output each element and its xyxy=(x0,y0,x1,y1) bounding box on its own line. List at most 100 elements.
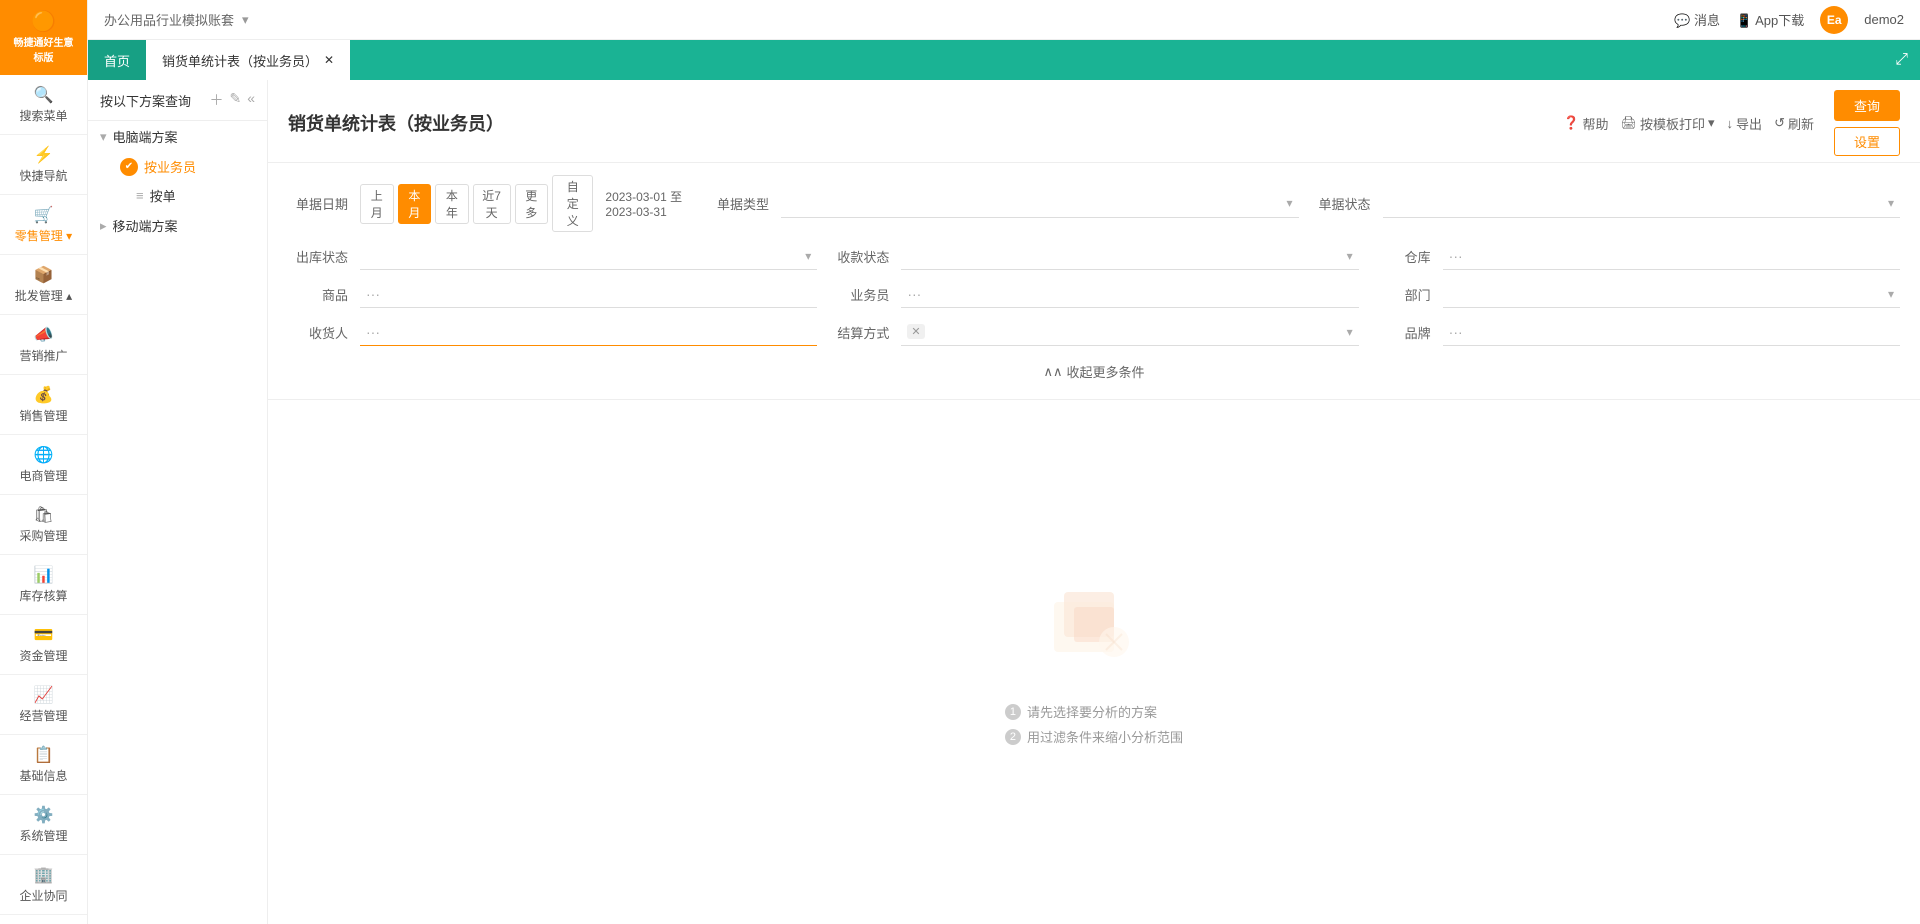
filter-row-3: 商品 ··· 业务员 ··· 部门 ▾ xyxy=(288,280,1900,308)
salesperson-dots-icon[interactable]: ··· xyxy=(907,286,921,302)
tree-label-salesperson: 按业务员 xyxy=(144,157,196,176)
tab-home[interactable]: 首页 xyxy=(88,40,146,80)
warehouse-control[interactable]: ··· xyxy=(1443,242,1900,270)
brand-control[interactable]: ··· xyxy=(1443,318,1900,346)
help-btn[interactable]: ❓ 帮助 xyxy=(1563,114,1608,133)
sidebar-item-wholesale[interactable]: 📦 批发管理 ▴ xyxy=(0,255,87,315)
print-btn[interactable]: 🖨 按模板打印 ▾ xyxy=(1620,114,1714,133)
department-control[interactable]: ▾ xyxy=(1443,280,1900,308)
sidebar-item-retail[interactable]: 🛒 零售管理 ▾ xyxy=(0,195,87,255)
query-button[interactable]: 查询 xyxy=(1834,90,1900,121)
header-right: 💬 消息 📱 App下载 Ea demo2 xyxy=(1674,6,1904,34)
collapse-row: ∧∧ 收起更多条件 xyxy=(288,356,1900,387)
panel-header: 按以下方案查询 ＋ ✎ « xyxy=(88,80,267,121)
collapse-panel-icon[interactable]: « xyxy=(247,90,255,110)
ship-status-dropdown-icon[interactable]: ▾ xyxy=(805,249,811,263)
brand-label: 品牌 xyxy=(1371,323,1431,342)
sidebar-item-sales[interactable]: 💰 销售管理 xyxy=(0,375,87,435)
date-btn-last-7[interactable]: 近7天 xyxy=(473,184,511,224)
main-area: 办公用品行业模拟账套 ▾ 💬 消息 📱 App下载 Ea demo2 首页 销货… xyxy=(88,0,1920,924)
receiver-control[interactable]: ··· xyxy=(360,318,817,346)
ship-status-label: 出库状态 xyxy=(288,247,348,266)
sidebar-item-label: 批发管理 xyxy=(15,289,63,303)
settlement-control[interactable]: ✕ ▾ xyxy=(901,318,1358,346)
date-btn-custom[interactable]: 自定义 xyxy=(552,175,593,232)
order-status-label: 单据状态 xyxy=(1311,194,1371,213)
empty-illustration xyxy=(1034,572,1154,686)
refresh-icon: ↺ xyxy=(1774,115,1785,131)
avatar[interactable]: Ea xyxy=(1820,6,1848,34)
app-logo: 🟠 畅捷通好生意标版 xyxy=(0,0,87,75)
sidebar-item-newbie[interactable]: 🎓 新手引导 xyxy=(0,915,87,924)
date-btn-this-year[interactable]: 本年 xyxy=(435,184,469,224)
message-btn[interactable]: 💬 消息 xyxy=(1674,10,1720,29)
date-btn-more[interactable]: 更多 xyxy=(515,184,549,224)
settlement-tag-close[interactable]: ✕ xyxy=(907,324,924,339)
sidebar-item-system[interactable]: ⚙️ 系统管理 xyxy=(0,795,87,855)
tree-collapsed-icon: ▸ xyxy=(100,218,107,234)
tree-label: 电脑端方案 xyxy=(113,127,178,146)
warehouse-dots-icon[interactable]: ··· xyxy=(1449,248,1463,264)
setting-button[interactable]: 设置 xyxy=(1834,127,1900,156)
export-btn[interactable]: ↓ 导出 xyxy=(1727,114,1763,133)
department-dropdown-icon[interactable]: ▾ xyxy=(1888,287,1894,301)
add-scheme-icon[interactable]: ＋ xyxy=(209,90,223,110)
sidebar-item-basic[interactable]: 📋 基础信息 xyxy=(0,735,87,795)
payment-status-control[interactable]: ▾ xyxy=(901,242,1358,270)
date-btn-last-month[interactable]: 上月 xyxy=(360,184,394,224)
wholesale-icon: 📦 xyxy=(4,265,83,285)
tab-sales-stat[interactable]: 销货单统计表（按业务员） ✕ xyxy=(146,40,350,80)
tab-home-label: 首页 xyxy=(104,51,130,70)
app-download-btn[interactable]: 📱 App下载 xyxy=(1736,10,1804,29)
panel-title: 按以下方案查询 xyxy=(100,91,191,110)
btn-actions: 查询 设置 xyxy=(1826,90,1900,156)
sidebar-item-finance[interactable]: 💳 资金管理 xyxy=(0,615,87,675)
goods-control[interactable]: ··· xyxy=(360,280,817,308)
sidebar-item-ecommerce[interactable]: 🌐 电商管理 xyxy=(0,435,87,495)
receiver-dots-icon[interactable]: ··· xyxy=(366,324,380,340)
tab-close-icon[interactable]: ✕ xyxy=(324,53,334,67)
sidebar-item-marketing[interactable]: 📣 营销推广 xyxy=(0,315,87,375)
refresh-btn[interactable]: ↺ 刷新 xyxy=(1774,114,1814,133)
order-status-dropdown-icon[interactable]: ▾ xyxy=(1888,196,1894,210)
salesperson-control[interactable]: ··· xyxy=(901,280,1358,308)
hint-1: 1 请先选择要分析的方案 xyxy=(1005,702,1183,721)
tree-node-mobile[interactable]: ▸ 移动端方案 xyxy=(88,210,267,241)
date-label: 单据日期 xyxy=(288,194,348,213)
sidebar-item-operation[interactable]: 📈 经营管理 xyxy=(0,675,87,735)
sidebar-item-enterprise[interactable]: 🏢 企业协同 xyxy=(0,855,87,915)
username: demo2 xyxy=(1864,12,1904,27)
sidebar-item-purchase[interactable]: 🛍 采购管理 xyxy=(0,495,87,555)
sidebar-item-inventory[interactable]: 📊 库存核算 xyxy=(0,555,87,615)
active-scheme-icon: ✔ xyxy=(120,158,138,176)
system-dropdown-icon[interactable]: ▾ xyxy=(242,12,249,28)
order-type-control[interactable]: ▾ xyxy=(781,190,1299,218)
goods-dots-icon[interactable]: ··· xyxy=(366,286,380,302)
order-type-dropdown-icon[interactable]: ▾ xyxy=(1286,196,1292,210)
collapse-btn[interactable]: ∧∧ 收起更多条件 xyxy=(1037,356,1150,387)
print-dropdown-icon: ▾ xyxy=(1708,115,1715,131)
enterprise-icon: 🏢 xyxy=(4,865,83,885)
tree-node-by-salesperson[interactable]: ✔ 按业务员 xyxy=(112,152,267,181)
retail-icon: 🛒 xyxy=(4,205,83,225)
ship-status-control[interactable]: ▾ xyxy=(360,242,817,270)
page-title-bar: 销货单统计表（按业务员） ❓ 帮助 🖨 按模板打印 ▾ ↓ 导出 xyxy=(268,80,1920,163)
settlement-dropdown-icon[interactable]: ▾ xyxy=(1347,325,1353,339)
sidebar-item-label: 基础信息 xyxy=(19,769,67,783)
tree-node-desktop[interactable]: ▾ 电脑端方案 xyxy=(88,121,267,152)
tab-expand-icon[interactable]: ⤢ xyxy=(1883,51,1920,69)
goods-label: 商品 xyxy=(288,285,348,304)
sidebar-item-label: 销售管理 xyxy=(19,409,67,423)
date-btn-this-month[interactable]: 本月 xyxy=(398,184,432,224)
sidebar-item-quick[interactable]: ⚡ 快捷导航 xyxy=(0,135,87,195)
brand-dots-icon[interactable]: ··· xyxy=(1449,324,1463,340)
sidebar-item-search[interactable]: 🔍 搜索菜单 xyxy=(0,75,87,135)
payment-status-dropdown-icon[interactable]: ▾ xyxy=(1347,249,1353,263)
order-status-control[interactable]: ▾ xyxy=(1383,190,1901,218)
search-icon: 🔍 xyxy=(4,85,83,105)
edit-scheme-icon[interactable]: ✎ xyxy=(229,90,241,110)
sales-icon: 💰 xyxy=(4,385,83,405)
marketing-icon: 📣 xyxy=(4,325,83,345)
tree-node-by-order[interactable]: ≡ 按单 xyxy=(112,181,267,210)
header-left: 办公用品行业模拟账套 ▾ xyxy=(104,10,249,29)
